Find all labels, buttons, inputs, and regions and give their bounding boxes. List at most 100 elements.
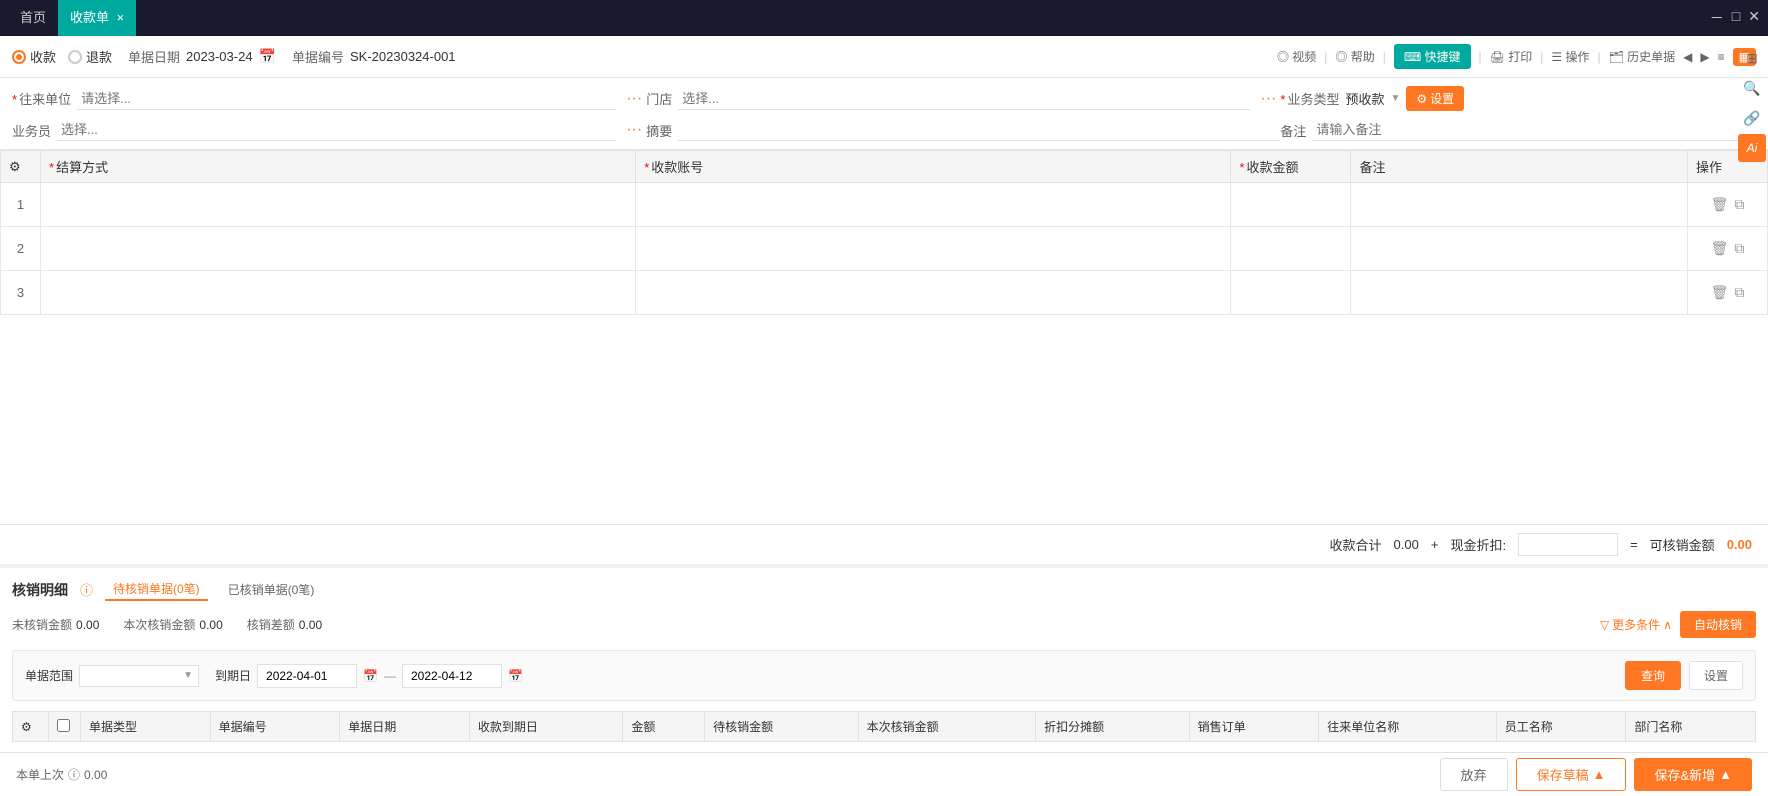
- range-field: 单据范围 ▼: [25, 665, 199, 687]
- reconcile-title: 核销明细: [12, 580, 68, 600]
- col-account: 收款账号: [636, 151, 1231, 183]
- delete-icon-2[interactable]: 🗑: [1711, 240, 1729, 257]
- delete-icon-3[interactable]: 🗑: [1711, 284, 1729, 301]
- refund-radio[interactable]: 退款: [68, 47, 112, 66]
- row-account-1[interactable]: [636, 183, 1231, 227]
- save-new-btn[interactable]: 保存&新增 ▲: [1634, 758, 1752, 791]
- reconcile-section: 核销明细 ⓘ 待核销单据(0笔) 已核销单据(0笔) 未核销金额 0.00 本次…: [0, 564, 1768, 752]
- business-type-field: 业务类型 预收款 ▼ ⚙ 设置: [1280, 86, 1756, 111]
- nav-tab-receipt[interactable]: 收款单 ×: [58, 0, 136, 36]
- calendar-to-icon[interactable]: 📅: [508, 669, 523, 683]
- date-field: 单据日期 2023-03-24 📅: [128, 47, 276, 66]
- staff-more-btn[interactable]: ···: [622, 121, 646, 139]
- calendar-from-icon[interactable]: 📅: [363, 669, 378, 683]
- tab-pending[interactable]: 待核销单据(0笔): [105, 578, 208, 601]
- btcol-check: [49, 712, 81, 742]
- net-amount-label: 可核销金额: [1650, 535, 1715, 554]
- bottom-table-section: ⚙ 单据类型 单据编号 单据日期 收款到期日 金额 待核销金额 本次核销金额 折…: [12, 711, 1756, 742]
- sidebar-attach-icon[interactable]: 🔗: [1738, 104, 1766, 132]
- range-select[interactable]: [79, 665, 199, 687]
- equals-label: =: [1630, 537, 1638, 552]
- search-settings-btn[interactable]: 设置: [1689, 661, 1743, 690]
- sidebar-search-icon[interactable]: 🔍: [1738, 74, 1766, 102]
- btcol-due-date: 收款到期日: [469, 712, 623, 742]
- copy-icon-3[interactable]: ⧉: [1734, 284, 1744, 301]
- row-note-1[interactable]: [1351, 183, 1688, 227]
- receipt-radio[interactable]: 收款: [12, 47, 56, 66]
- row-settle-1[interactable]: [41, 183, 636, 227]
- note-input[interactable]: [1312, 119, 1756, 141]
- more-conditions-link[interactable]: ▽ 更多条件 ∧: [1600, 616, 1672, 633]
- save-draft-btn[interactable]: 保存草稿 ▲: [1516, 758, 1627, 791]
- dropdown-arrow-save: ▲: [1719, 767, 1732, 782]
- store-input[interactable]: [678, 88, 1250, 110]
- row-account-2[interactable]: [636, 227, 1231, 271]
- table-gear-header[interactable]: ⚙: [1, 151, 41, 183]
- btcol-num: 单据编号: [210, 712, 340, 742]
- settings-btn[interactable]: ⚙ 设置: [1406, 86, 1464, 111]
- nav-next-icon[interactable]: ▶: [1700, 50, 1709, 64]
- operation-link[interactable]: ☰ 操作: [1551, 48, 1589, 65]
- btcol-gear[interactable]: ⚙: [13, 712, 49, 742]
- video-link[interactable]: ◎ 视频: [1277, 48, 1316, 65]
- delete-icon-1[interactable]: 🗑: [1711, 196, 1729, 213]
- from-unit-input[interactable]: [77, 88, 616, 110]
- from-unit-more-btn[interactable]: ···: [622, 90, 646, 108]
- staff-input[interactable]: [57, 119, 616, 141]
- maximize-icon[interactable]: □: [1732, 8, 1740, 28]
- close-icon[interactable]: ✕: [1748, 8, 1760, 28]
- auto-cancel-btn[interactable]: 自动核销: [1680, 611, 1756, 638]
- sidebar-ai-icon[interactable]: Ai: [1738, 134, 1766, 162]
- select-all-checkbox[interactable]: [57, 719, 70, 732]
- row-settle-2[interactable]: [41, 227, 636, 271]
- calendar-icon[interactable]: 📅: [259, 48, 276, 65]
- sidebar-table-icon[interactable]: ⊞: [1738, 44, 1766, 72]
- gear-icon: ⚙: [1416, 92, 1427, 106]
- history-link[interactable]: 🗂 历史单据: [1609, 48, 1676, 65]
- tab-done[interactable]: 已核销单据(0笔): [220, 579, 323, 600]
- tab-close-icon[interactable]: ×: [117, 10, 125, 25]
- copy-icon-1[interactable]: ⧉: [1734, 196, 1744, 213]
- btcol-staff-name: 员工名称: [1496, 712, 1626, 742]
- abandon-btn[interactable]: 放弃: [1440, 758, 1508, 791]
- row-settle-3[interactable]: [41, 271, 636, 315]
- row-ops-2: 🗑 ⧉: [1688, 227, 1768, 271]
- uncancelled-amount: 未核销金额 0.00: [12, 611, 99, 638]
- staff-field: 业务员 ···: [12, 119, 646, 141]
- summary-label: 摘要: [646, 121, 672, 140]
- reconcile-info-icon[interactable]: ⓘ: [80, 580, 93, 599]
- row-amount-3[interactable]: [1231, 271, 1351, 315]
- col-note: 备注: [1351, 151, 1688, 183]
- date-to-input[interactable]: [402, 664, 502, 688]
- help-link[interactable]: ◎ 帮助: [1335, 48, 1374, 65]
- nav-prev-icon[interactable]: ◀: [1683, 50, 1692, 64]
- cash-discount-input[interactable]: [1518, 533, 1618, 556]
- business-type-dropdown[interactable]: ▼: [1390, 93, 1400, 104]
- shortcut-btn[interactable]: ⌨ 快捷键: [1394, 44, 1471, 69]
- row-account-3[interactable]: [636, 271, 1231, 315]
- copy-icon-2[interactable]: ⧉: [1734, 240, 1744, 257]
- nav-tab-home[interactable]: 首页: [8, 0, 58, 36]
- form-row-1: 往来单位 ··· 门店 ··· 业务类型 预收款 ▼ ⚙ 设置: [12, 86, 1756, 111]
- row-note-3[interactable]: [1351, 271, 1688, 315]
- print-link[interactable]: 🖨 打印: [1490, 48, 1533, 65]
- date-from-input[interactable]: [257, 664, 357, 688]
- footer-total-label: 本单上次: [16, 766, 64, 783]
- search-actions: 查询 设置: [1625, 661, 1743, 690]
- info-icon: ⓘ: [68, 766, 80, 783]
- totals-row: 收款合计 0.00 + 现金折扣: = 可核销金额 0.00: [0, 524, 1768, 564]
- summary-input[interactable]: [678, 119, 1280, 141]
- btcol-unit-name: 往来单位名称: [1319, 712, 1496, 742]
- main-container: 收款 退款 单据日期 2023-03-24 📅 单据编号 SK-20230324…: [0, 36, 1768, 796]
- store-more-btn[interactable]: ···: [1256, 90, 1280, 108]
- row-ops-1: 🗑 ⧉: [1688, 183, 1768, 227]
- row-note-2[interactable]: [1351, 227, 1688, 271]
- query-btn[interactable]: 查询: [1625, 661, 1681, 690]
- minimize-icon[interactable]: －: [1710, 8, 1724, 28]
- row-amount-1[interactable]: [1231, 183, 1351, 227]
- layout-icon[interactable]: ≡: [1718, 50, 1725, 64]
- row-amount-2[interactable]: [1231, 227, 1351, 271]
- row-num-1: 1: [1, 183, 41, 227]
- refund-radio-dot: [68, 50, 82, 64]
- btcol-sales-order: 销售订单: [1189, 712, 1319, 742]
